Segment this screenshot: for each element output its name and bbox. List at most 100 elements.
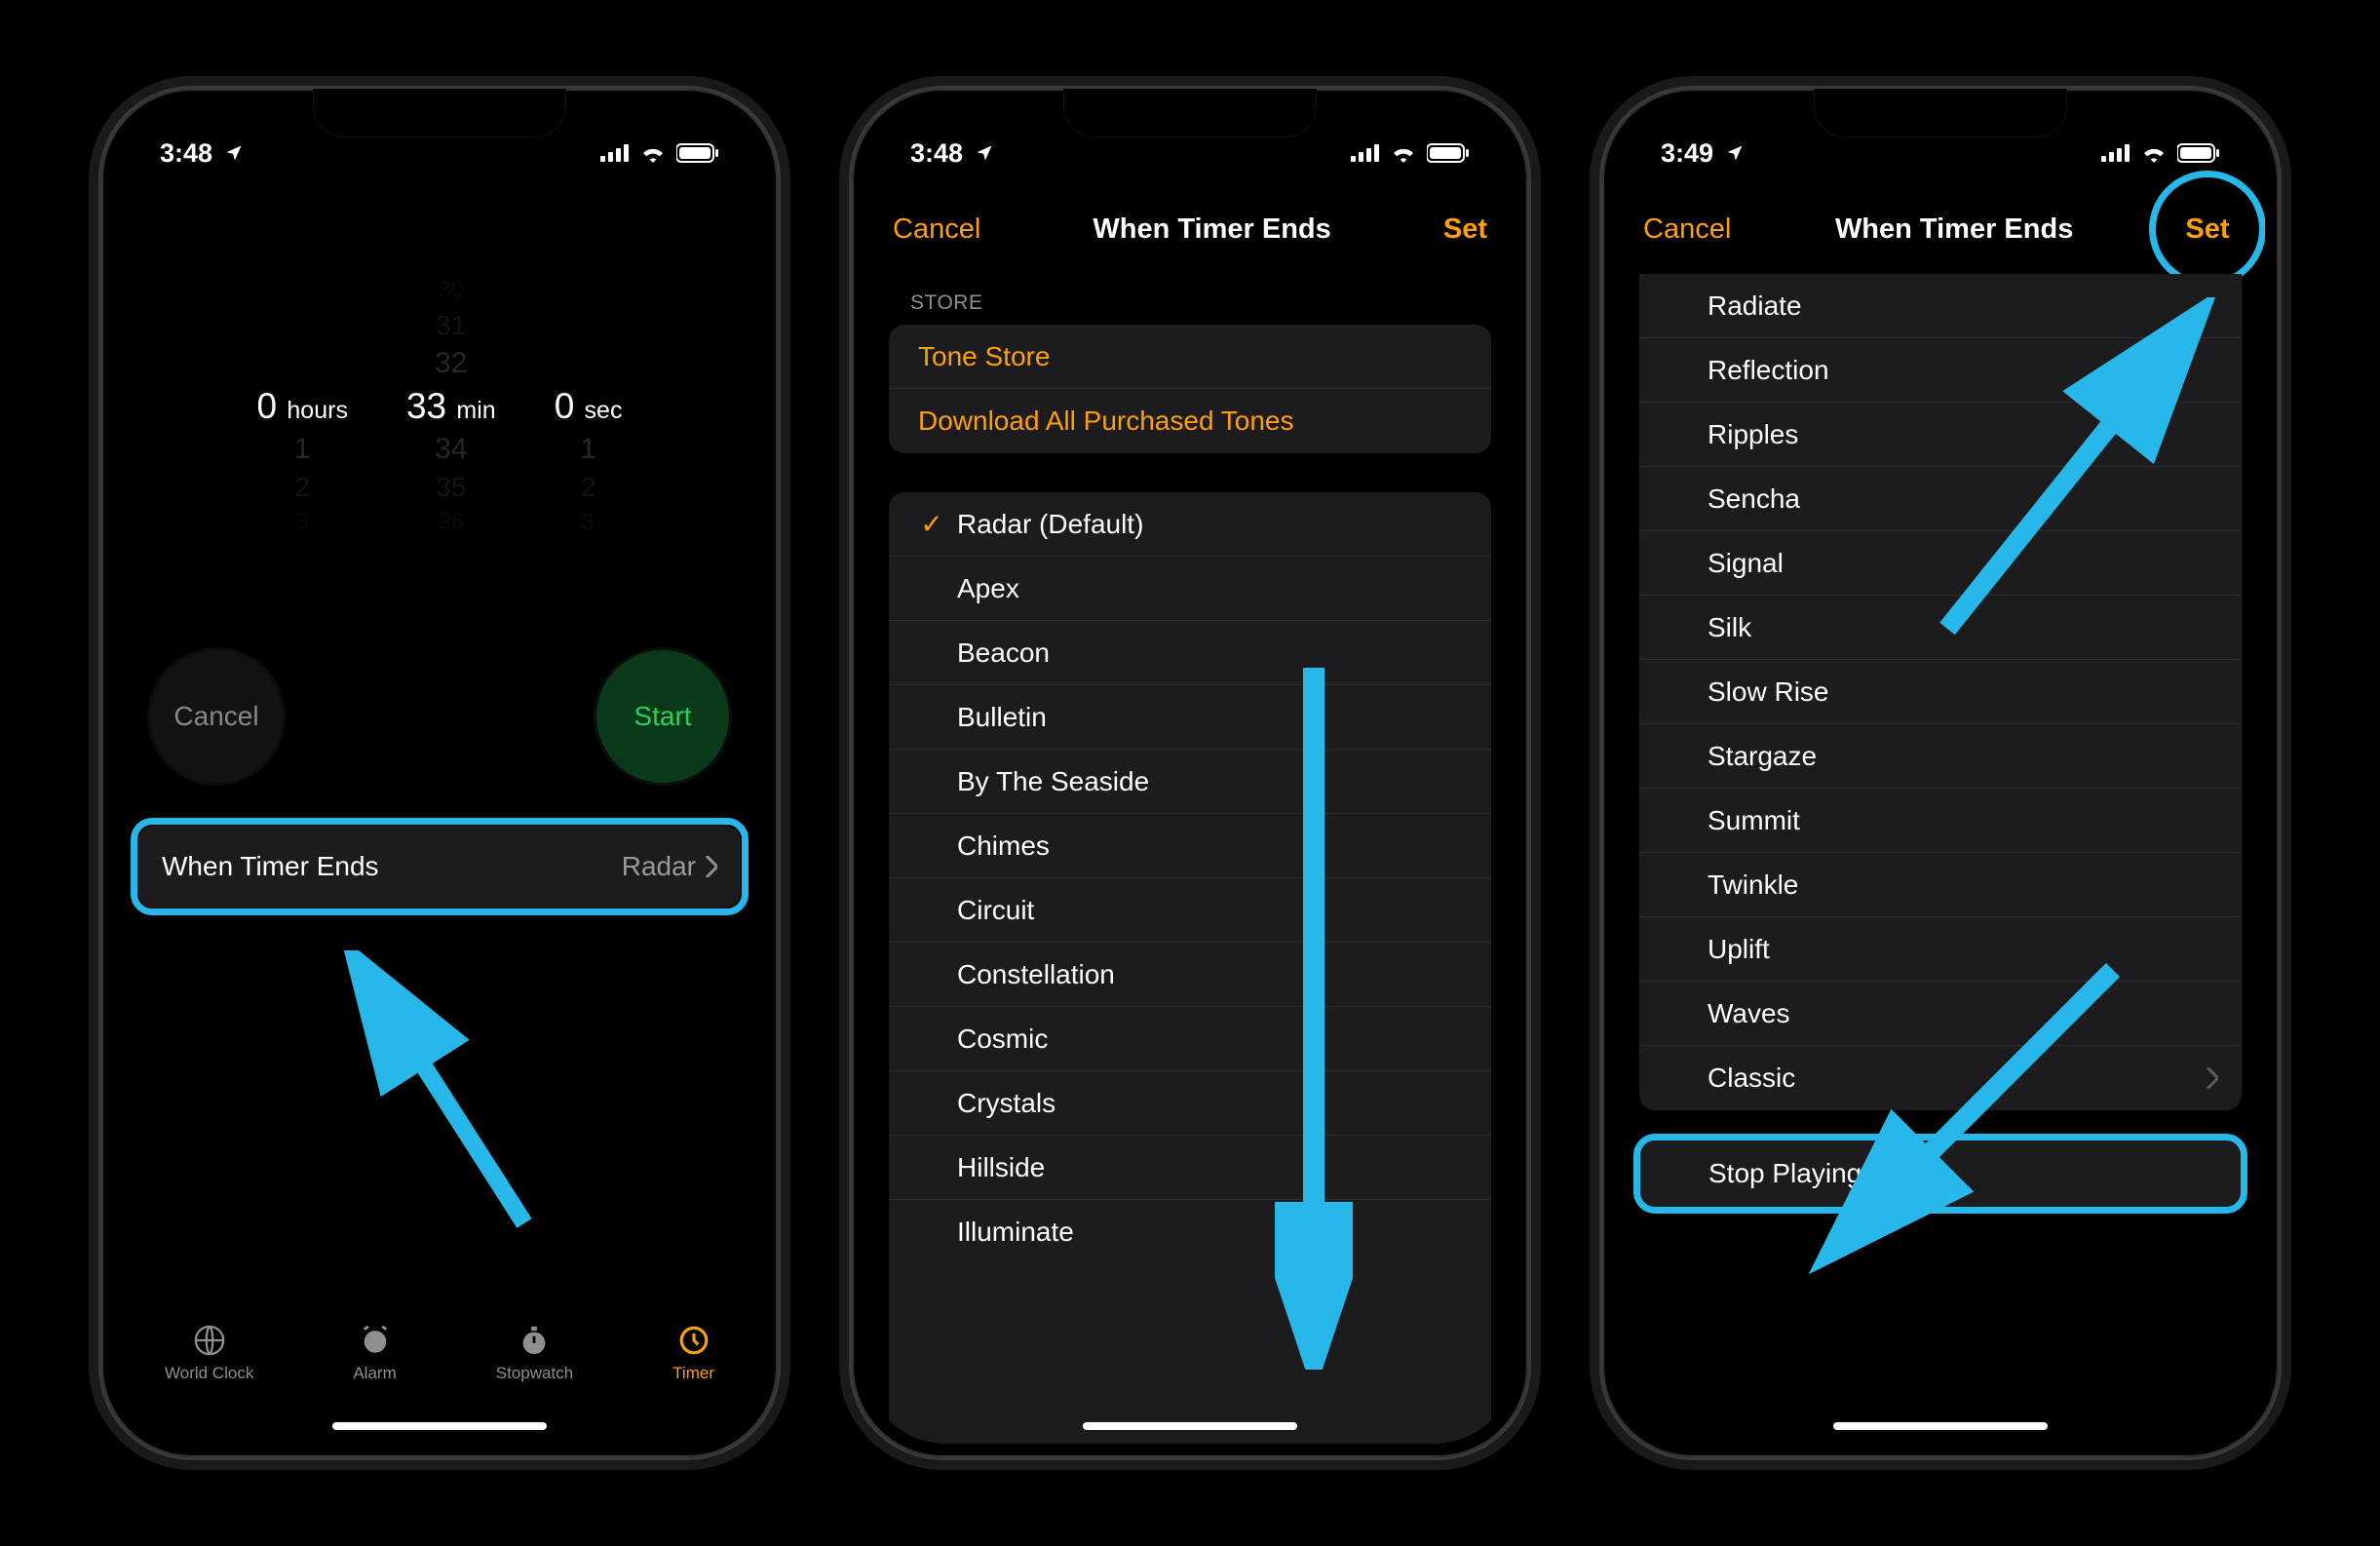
tone-row[interactable]: Classic xyxy=(1639,1046,2242,1110)
tone-row[interactable]: Summit xyxy=(1639,789,2242,853)
chevron-right-icon xyxy=(704,856,717,877)
tab-timer[interactable]: Timer xyxy=(672,1321,714,1383)
tone-label: Illuminate xyxy=(957,1217,1074,1248)
tone-label: Slow Rise xyxy=(1708,676,1828,708)
tone-row[interactable]: Radiate xyxy=(1639,274,2242,338)
tab-stopwatch[interactable]: Stopwatch xyxy=(496,1321,573,1383)
tone-label: Constellation xyxy=(957,959,1115,990)
wifi-icon xyxy=(639,143,667,163)
tone-row[interactable]: Apex xyxy=(889,557,1491,621)
tone-picker-screen: 3:48 Cancel When Timer Ends Set STORE To… xyxy=(865,102,1515,1444)
tone-label: Crystals xyxy=(957,1088,1056,1119)
alarm-icon xyxy=(356,1321,395,1360)
tone-label: Circuit xyxy=(957,895,1034,926)
tone-row[interactable]: Illuminate xyxy=(889,1200,1491,1264)
tone-row[interactable]: Slow Rise xyxy=(1639,660,2242,724)
tone-label: Bulletin xyxy=(957,702,1047,733)
set-button[interactable]: Set xyxy=(2177,213,2238,246)
stop-playing-row[interactable]: Stop Playing xyxy=(1633,1134,2247,1214)
time-picker[interactable]: 0 hours 1 2 3 30 31 32 33 min 34 35 36 xyxy=(115,192,764,621)
battery-icon xyxy=(676,143,719,163)
tone-row[interactable]: Sencha xyxy=(1639,467,2242,531)
seconds-column[interactable]: 0 sec 1 2 3 xyxy=(555,277,623,536)
phone-2: 3:48 Cancel When Timer Ends Set STORE To… xyxy=(849,86,1531,1460)
store-group: Tone Store Download All Purchased Tones xyxy=(889,325,1491,453)
tone-label: Radar (Default) xyxy=(957,509,1143,540)
globe-icon xyxy=(190,1321,229,1360)
status-time: 3:49 xyxy=(1661,138,1713,169)
tone-label: Radiate xyxy=(1708,290,1802,322)
timer-start-button[interactable]: Start xyxy=(596,650,729,783)
arrow-annotation xyxy=(310,950,563,1243)
checkmark-icon: ✓ xyxy=(906,508,957,540)
tone-row[interactable]: ✓Radar (Default) xyxy=(889,492,1491,557)
tone-label: Apex xyxy=(957,573,1019,604)
tone-row[interactable]: Cosmic xyxy=(889,1007,1491,1071)
when-timer-ends-label: When Timer Ends xyxy=(162,851,379,882)
tone-label: Twinkle xyxy=(1708,870,1798,901)
tab-alarm[interactable]: Alarm xyxy=(353,1321,396,1383)
when-timer-ends-value: Radar xyxy=(622,851,696,882)
tone-label: Ripples xyxy=(1708,419,1798,450)
tone-label: Stargaze xyxy=(1708,741,1817,772)
location-icon xyxy=(975,143,994,163)
store-header: STORE xyxy=(910,291,1470,315)
notch xyxy=(1814,89,2067,137)
tone-label: Hillside xyxy=(957,1152,1045,1183)
tone-label: Signal xyxy=(1708,548,1784,579)
signal-icon xyxy=(2101,144,2130,162)
tone-row[interactable]: By The Seaside xyxy=(889,750,1491,814)
navbar: Cancel When Timer Ends Set xyxy=(1616,192,2265,266)
notch xyxy=(313,89,566,137)
tones-list[interactable]: ✓Radar (Default) Apex Beacon Bulletin By The… xyxy=(889,492,1491,1444)
timer-cancel-button[interactable]: Cancel xyxy=(150,650,283,783)
tone-row[interactable]: Chimes xyxy=(889,814,1491,878)
navbar-title: When Timer Ends xyxy=(1731,213,2177,246)
when-timer-ends-row[interactable]: When Timer Ends Radar xyxy=(138,826,741,908)
tone-row[interactable]: Waves xyxy=(1639,982,2242,1046)
tone-row[interactable]: Silk xyxy=(1639,596,2242,660)
tone-label: Chimes xyxy=(957,831,1050,862)
signal-icon xyxy=(600,144,630,162)
cancel-button[interactable]: Cancel xyxy=(1643,213,1731,246)
timer-screen: 3:48 xyxy=(115,102,764,1444)
tone-picker-screen-bottom: 3:49 Cancel When Timer Ends Set RadiateR… xyxy=(1616,102,2265,1444)
home-indicator[interactable] xyxy=(1833,1422,2048,1430)
tone-row[interactable]: Bulletin xyxy=(889,685,1491,750)
tone-row[interactable]: Reflection xyxy=(1639,338,2242,403)
cancel-button[interactable]: Cancel xyxy=(893,213,980,246)
status-time: 3:48 xyxy=(160,138,212,169)
tones-list[interactable]: Radiate Reflection Ripples Sencha Signal Silk… xyxy=(1639,274,2242,1110)
tone-row[interactable]: Hillside xyxy=(889,1136,1491,1200)
tab-world-clock[interactable]: World Clock xyxy=(165,1321,253,1383)
tone-row[interactable]: Twinkle xyxy=(1639,853,2242,917)
phone-1: 3:48 xyxy=(98,86,781,1460)
tone-row[interactable]: Stargaze xyxy=(1639,724,2242,789)
tone-row[interactable]: Ripples xyxy=(1639,403,2242,467)
home-indicator[interactable] xyxy=(1083,1422,1297,1430)
hours-column[interactable]: 0 hours 1 2 3 xyxy=(257,277,348,536)
set-button[interactable]: Set xyxy=(1443,213,1487,246)
status-time: 3:48 xyxy=(910,138,963,169)
home-indicator[interactable] xyxy=(332,1422,547,1430)
battery-icon xyxy=(1427,143,1470,163)
tone-row[interactable]: Beacon xyxy=(889,621,1491,685)
minutes-column[interactable]: 30 31 32 33 min 34 35 36 xyxy=(406,277,496,536)
tone-label: Silk xyxy=(1708,612,1751,643)
tone-label: Classic xyxy=(1708,1063,1795,1094)
tone-label: Uplift xyxy=(1708,934,1770,965)
phone-3: 3:49 Cancel When Timer Ends Set RadiateR… xyxy=(1599,86,2282,1460)
tone-row[interactable]: Signal xyxy=(1639,531,2242,596)
chevron-right-icon xyxy=(2205,1067,2218,1089)
wifi-icon xyxy=(1390,143,1417,163)
tone-store-link[interactable]: Tone Store xyxy=(889,325,1491,389)
tone-label: Cosmic xyxy=(957,1024,1048,1055)
battery-icon xyxy=(2177,143,2220,163)
tone-row[interactable]: Uplift xyxy=(1639,917,2242,982)
tone-row[interactable]: Crystals xyxy=(889,1071,1491,1136)
tone-label: Beacon xyxy=(957,638,1050,669)
navbar-title: When Timer Ends xyxy=(980,213,1443,246)
download-all-link[interactable]: Download All Purchased Tones xyxy=(889,389,1491,453)
tone-row[interactable]: Circuit xyxy=(889,878,1491,943)
tone-row[interactable]: Constellation xyxy=(889,943,1491,1007)
